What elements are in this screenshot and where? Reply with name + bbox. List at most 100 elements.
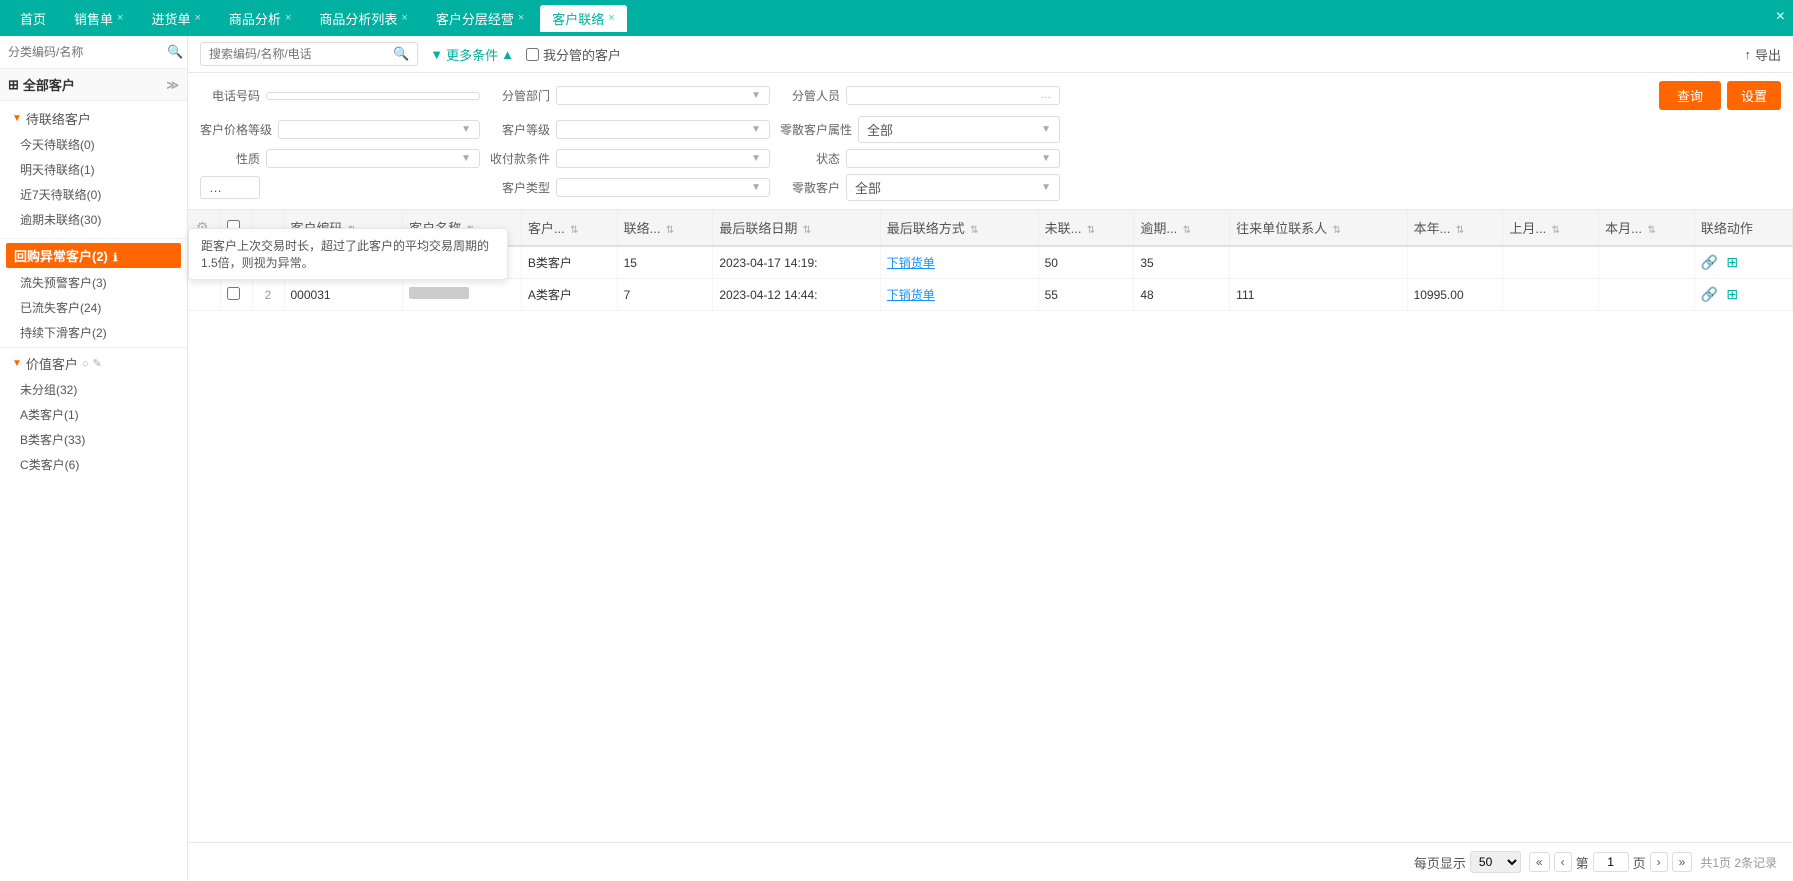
col-uncontacted[interactable]: 未联... ⇅ xyxy=(1038,210,1134,246)
contact-grid-icon-1[interactable]: ⊞ xyxy=(1726,254,1738,271)
settings-button[interactable]: 设置 xyxy=(1727,81,1781,110)
filter-scattered-input[interactable]: 全部 ▼ xyxy=(846,174,1060,201)
sidebar-item-tomorrow[interactable]: 明天待联络(1) xyxy=(0,157,187,182)
sidebar-item-c-class[interactable]: C类客户(6) xyxy=(0,452,187,477)
filter-icon: ▼ xyxy=(430,47,443,62)
blurred-name-2 xyxy=(409,287,469,299)
sidebar-item-declining[interactable]: 持续下滑客户(2) xyxy=(0,320,187,345)
dept-arrow-icon: ▼ xyxy=(751,90,761,101)
close-tab-purchase[interactable]: × xyxy=(194,12,200,24)
sidebar-search-input[interactable] xyxy=(8,45,163,59)
page-number-input[interactable] xyxy=(1593,852,1629,872)
filter-phone-input[interactable] xyxy=(266,92,480,100)
tab-customer-tier[interactable]: 客户分层经营 × xyxy=(424,5,536,32)
sidebar-item-7days[interactable]: 近7天待联络(0) xyxy=(0,182,187,207)
close-tab-product-list[interactable]: × xyxy=(401,12,407,24)
col-overdue[interactable]: 逾期... ⇅ xyxy=(1134,210,1230,246)
filter-customer-type-label: 客户类型 xyxy=(490,179,550,196)
sidebar-item-b-class[interactable]: B类客户(33) xyxy=(0,427,187,452)
col-last-contact-type[interactable]: 最后联络方式 ⇅ xyxy=(880,210,1038,246)
col-this-year[interactable]: 本年... ⇅ xyxy=(1407,210,1503,246)
cell-uncontacted-1: 50 xyxy=(1038,246,1134,279)
col-unit-contact[interactable]: 往来单位联系人 ⇅ xyxy=(1230,210,1407,246)
more-conditions-btn[interactable]: ▼ 更多条件 ▲ xyxy=(430,45,514,64)
pending-contact-title[interactable]: ▼ 待联络客户 xyxy=(0,105,187,132)
filter-customer-type-input[interactable]: ▼ xyxy=(556,178,770,197)
my-customers-checkbox[interactable]: 我分管的客户 xyxy=(526,45,621,64)
sidebar-item-a-class[interactable]: A类客户(1) xyxy=(0,402,187,427)
per-page-selector: 每页显示 20 50 100 xyxy=(1414,851,1521,873)
filter-scattered-attr-input[interactable]: 全部 ▼ xyxy=(858,116,1060,143)
repurchase-tooltip: 距客户上次交易时长，超过了此客户的平均交易周期的1.5倍，则视为异常。 xyxy=(188,228,508,280)
customer-table-container[interactable]: ⚙ 客户编码 ⇅ 客户名称 ⇅ xyxy=(188,210,1793,842)
query-button[interactable]: 查询 xyxy=(1659,81,1721,110)
value-triangle-icon: ▼ xyxy=(12,358,22,369)
contact-grid-icon-2[interactable]: ⊞ xyxy=(1726,286,1738,303)
cell-type-2: A类客户 xyxy=(521,279,617,311)
sidebar-search-icon[interactable]: 🔍 xyxy=(167,44,183,60)
cell-checkbox-2[interactable] xyxy=(220,279,252,311)
sidebar-item-lost-warning[interactable]: 流失预警客户(3) xyxy=(0,270,187,295)
cell-last-contact-type-2[interactable]: 下销货单 xyxy=(880,279,1038,311)
sidebar-item-unclassified[interactable]: 未分组(32) xyxy=(0,377,187,402)
cell-action-2: 🔗 ⊞ xyxy=(1694,279,1792,311)
sidebar-item-today[interactable]: 今天待联络(0) xyxy=(0,132,187,157)
tab-product-analysis-list[interactable]: 商品分析列表 × xyxy=(307,5,419,32)
sidebar-search-bar: 🔍 xyxy=(0,36,187,69)
my-customers-checkbox-input[interactable] xyxy=(526,48,539,61)
pagination-bar: 每页显示 20 50 100 « ‹ 第 页 › » 共1页 2条记录 xyxy=(188,842,1793,881)
pending-contact-group: ▼ 待联络客户 今天待联络(0) 明天待联络(1) 近7天待联络(0) 逾期未联… xyxy=(0,101,187,236)
sort-lastmonth-icon: ⇅ xyxy=(1552,225,1560,236)
nature-arrow-icon: ▼ xyxy=(461,153,471,164)
col-this-month[interactable]: 本月... ⇅ xyxy=(1599,210,1695,246)
tab-sales-order[interactable]: 销售单 × xyxy=(62,5,135,32)
filter-manager: 分管人员 … xyxy=(780,86,1060,105)
close-tab-customer-contact[interactable]: × xyxy=(608,12,614,24)
per-page-select[interactable]: 20 50 100 xyxy=(1470,851,1521,873)
filter-price-level-input[interactable]: ▼ xyxy=(278,120,480,139)
tab-product-analysis[interactable]: 商品分析 × xyxy=(217,5,303,32)
sidebar-item-abnormal-repurchase[interactable]: 回购异常客户(2) ℹ xyxy=(6,243,181,268)
next-page-btn[interactable]: › xyxy=(1650,852,1668,872)
filter-customer-level-input[interactable]: ▼ xyxy=(556,120,770,139)
value-edit-icon[interactable]: ✎ xyxy=(93,357,102,370)
sidebar-item-overdue[interactable]: 逾期未联络(30) xyxy=(0,207,187,232)
cell-last-contact-type-1[interactable]: 下销货单 xyxy=(880,246,1038,279)
advanced-filter: 电话号码 分管部门 ▼ 分管人员 xyxy=(188,73,1793,210)
filter-scattered-label: 零散客户 xyxy=(780,179,840,196)
adv-filter-row-4: … 客户类型 ▼ 零散客户 全部 ▼ xyxy=(200,174,1781,201)
filter-payment-input[interactable]: ▼ xyxy=(556,149,770,168)
col-contact[interactable]: 联络... ⇅ xyxy=(617,210,713,246)
filter-more-dots-input[interactable]: … xyxy=(200,176,260,199)
tab-customer-contact[interactable]: 客户联络 × xyxy=(540,5,626,32)
tab-purchase-order[interactable]: 进货单 × xyxy=(139,5,212,32)
pending-triangle-icon: ▼ xyxy=(12,113,22,124)
col-type[interactable]: 客户... ⇅ xyxy=(521,210,617,246)
row-checkbox-2[interactable] xyxy=(227,287,240,300)
filter-search-icon[interactable]: 🔍 xyxy=(393,46,409,62)
status-arrow-icon: ▼ xyxy=(1041,153,1051,164)
sidebar-collapse-icon[interactable]: ≫ xyxy=(166,78,179,92)
contact-link-icon-1[interactable]: 🔗 xyxy=(1701,254,1718,271)
filter-nature-input[interactable]: ▼ xyxy=(266,149,480,168)
contact-link-icon-2[interactable]: 🔗 xyxy=(1701,286,1718,303)
close-tab-product-analysis[interactable]: × xyxy=(285,12,291,24)
filter-status-input[interactable]: ▼ xyxy=(846,149,1060,168)
close-tab-customer-tier[interactable]: × xyxy=(518,12,524,24)
sidebar-item-lost[interactable]: 已流失客户(24) xyxy=(0,295,187,320)
last-page-btn[interactable]: » xyxy=(1672,852,1693,872)
nav-home[interactable]: 首页 xyxy=(8,5,58,32)
adv-filter-row-2: 客户价格等级 ▼ 客户等级 ▼ 零散客户属性 全部 xyxy=(200,116,1781,143)
cell-rownum-2: 2 xyxy=(252,279,284,311)
filter-dept-input[interactable]: ▼ xyxy=(556,86,770,105)
window-close-button[interactable]: × xyxy=(1776,8,1785,26)
col-last-contact-date[interactable]: 最后联络日期 ⇅ xyxy=(713,210,880,246)
export-btn[interactable]: ↑ 导出 xyxy=(1744,45,1781,64)
col-last-month[interactable]: 上月... ⇅ xyxy=(1503,210,1599,246)
filter-manager-input[interactable]: … xyxy=(846,86,1060,105)
search-wrap: 🔍 xyxy=(200,42,418,66)
prev-page-btn[interactable]: ‹ xyxy=(1554,852,1572,872)
first-page-btn[interactable]: « xyxy=(1529,852,1550,872)
search-input[interactable] xyxy=(209,47,389,61)
close-tab-sales[interactable]: × xyxy=(117,12,123,24)
